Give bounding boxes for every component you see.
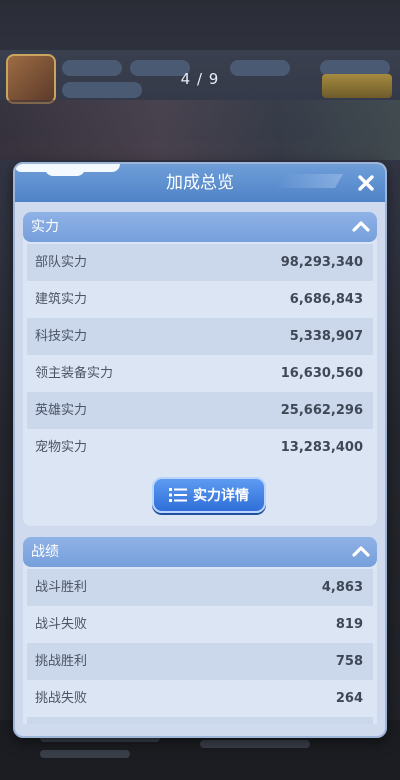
stat-label: 战斗失败 bbox=[35, 617, 88, 632]
stat-value: 264 bbox=[335, 691, 363, 706]
list-icon bbox=[169, 488, 187, 502]
chevron-up-icon[interactable] bbox=[351, 217, 371, 237]
stat-label: 部队实力 bbox=[35, 255, 88, 270]
close-button[interactable] bbox=[353, 170, 379, 196]
stat-value: 5,338,907 bbox=[289, 329, 363, 344]
chevron-up-icon[interactable] bbox=[351, 542, 371, 562]
stat-label: 建筑实力 bbox=[35, 292, 88, 307]
power-section: 实力 部队实力 98,293,340 建筑实力 6,686,843 科技实力 5… bbox=[23, 212, 377, 526]
stat-label: 战斗胜利 bbox=[35, 580, 88, 595]
page-counter: 4 / 9 bbox=[180, 70, 220, 88]
list-item: 宠物实力 13,283,400 bbox=[27, 429, 373, 466]
stat-value: 98,293,340 bbox=[280, 255, 363, 270]
power-details-button[interactable]: 实力详情 bbox=[152, 477, 266, 513]
stat-label: 宠物实力 bbox=[35, 440, 88, 455]
list-item: 英雄实力 25,662,296 bbox=[27, 392, 373, 429]
stat-label: 领主装备实力 bbox=[35, 366, 114, 381]
power-section-title: 实力 bbox=[31, 219, 59, 235]
stat-value: 16,630,560 bbox=[280, 366, 363, 381]
stat-label: 科技实力 bbox=[35, 329, 88, 344]
list-item: 领主装备实力 16,630,560 bbox=[27, 355, 373, 392]
background-map bbox=[0, 100, 400, 160]
list-item: 科技实力 5,338,907 bbox=[27, 318, 373, 355]
list-item: 战斗胜利 4,863 bbox=[27, 569, 373, 606]
list-item: 挑战胜利 758 bbox=[27, 643, 373, 680]
power-section-header[interactable]: 实力 bbox=[23, 212, 377, 242]
battle-list: 战斗胜利 4,863 战斗失败 819 挑战胜利 758 挑战失败 264 bbox=[27, 569, 373, 724]
list-item: 挑战失败 264 bbox=[27, 680, 373, 717]
stat-value: 6,686,843 bbox=[289, 292, 363, 307]
dialog-header: 加成总览 bbox=[15, 164, 385, 202]
stat-value: 13,283,400 bbox=[280, 440, 363, 455]
stat-value: 819 bbox=[335, 617, 363, 632]
battle-section: 战绩 战斗胜利 4,863 战斗失败 819 挑战胜利 758 挑战失败 264 bbox=[23, 537, 377, 724]
close-icon bbox=[358, 175, 374, 191]
stat-label: 英雄实力 bbox=[35, 403, 88, 418]
list-item: 建筑实力 6,686,843 bbox=[27, 281, 373, 318]
dialog-title: 加成总览 bbox=[166, 173, 234, 193]
stat-value: 4,863 bbox=[321, 580, 363, 595]
battle-section-header[interactable]: 战绩 bbox=[23, 537, 377, 567]
stat-label: 挑战失败 bbox=[35, 691, 88, 706]
battle-section-title: 战绩 bbox=[31, 544, 59, 560]
dialog-content[interactable]: 实力 部队实力 98,293,340 建筑实力 6,686,843 科技实力 5… bbox=[23, 212, 377, 724]
list-item: 战斗失败 819 bbox=[27, 606, 373, 643]
power-list: 部队实力 98,293,340 建筑实力 6,686,843 科技实力 5,33… bbox=[27, 244, 373, 466]
list-item-partial bbox=[27, 717, 373, 724]
stat-value: 25,662,296 bbox=[280, 403, 363, 418]
power-details-label: 实力详情 bbox=[193, 488, 249, 504]
list-item: 部队实力 98,293,340 bbox=[27, 244, 373, 281]
stat-value: 758 bbox=[335, 654, 363, 669]
bonus-overview-dialog: 加成总览 实力 部队实力 98,293,340 建筑实力 6,686,843 科… bbox=[13, 162, 387, 738]
stat-label: 挑战胜利 bbox=[35, 654, 88, 669]
